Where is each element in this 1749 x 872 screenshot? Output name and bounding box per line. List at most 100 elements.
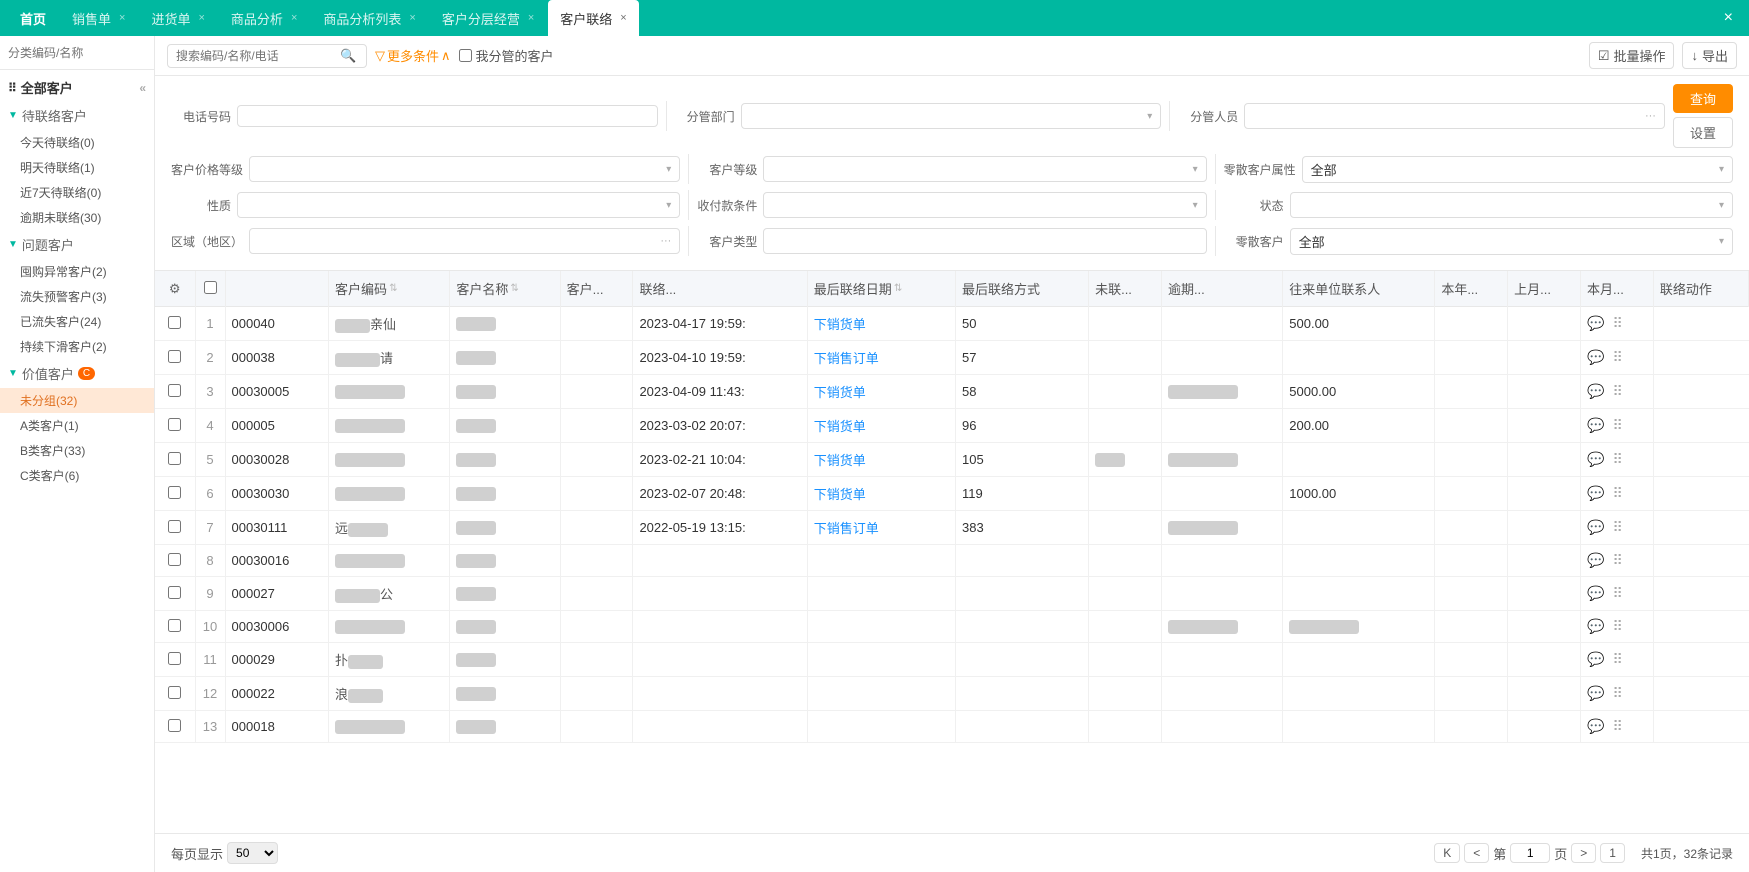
- grid-action-icon[interactable]: ⠿: [1612, 383, 1622, 400]
- customer-grade-select[interactable]: ▾: [763, 156, 1206, 182]
- dept-select[interactable]: ▾: [741, 103, 1162, 129]
- chat-icon[interactable]: 💬: [1587, 315, 1604, 332]
- grid-action-icon[interactable]: ⠿: [1612, 417, 1622, 434]
- next-page-button[interactable]: >: [1571, 843, 1596, 863]
- collapse-sidebar-icon[interactable]: «: [139, 81, 146, 95]
- chat-icon[interactable]: 💬: [1587, 552, 1604, 569]
- chat-icon[interactable]: 💬: [1587, 718, 1604, 735]
- sidebar-item-overdue-pending[interactable]: 逾期未联络(30): [0, 205, 154, 230]
- tab-customer-tier-close[interactable]: ×: [528, 12, 534, 24]
- grid-action-icon[interactable]: ⠿: [1612, 685, 1622, 702]
- sidebar-item-today-pending[interactable]: 今天待联络(0): [0, 130, 154, 155]
- problem-section-title[interactable]: ▼ 问题客户: [0, 230, 154, 259]
- grid-action-icon[interactable]: ⠿: [1612, 651, 1622, 668]
- tab-product-analysis[interactable]: 商品分析 ×: [219, 0, 309, 36]
- staff-select[interactable]: ···: [1244, 103, 1665, 129]
- chat-icon[interactable]: 💬: [1587, 417, 1604, 434]
- select-all-checkbox[interactable]: [204, 281, 217, 294]
- column-settings[interactable]: ⚙: [155, 271, 195, 307]
- my-customers-checkbox[interactable]: [459, 49, 472, 62]
- sidebar-item-churn-warning[interactable]: 流失预警客户(3): [0, 284, 154, 309]
- payment-select[interactable]: ▾: [763, 192, 1206, 218]
- page-size-select[interactable]: 50 20 100: [227, 842, 278, 864]
- chat-icon[interactable]: 💬: [1587, 585, 1604, 602]
- retail-customer-select[interactable]: 全部 ▾: [1290, 228, 1733, 255]
- price-grade-select[interactable]: ▾: [249, 156, 680, 182]
- column-last-contact-date[interactable]: 最后联络日期 ⇅: [807, 271, 955, 307]
- quality-select[interactable]: ▾: [237, 192, 680, 218]
- row-checkbox[interactable]: [168, 619, 181, 632]
- export-button[interactable]: ↓ 导出: [1682, 42, 1737, 69]
- chat-icon[interactable]: 💬: [1587, 451, 1604, 468]
- contact-method-link[interactable]: 下销货单: [814, 419, 866, 434]
- page-number-input[interactable]: [1510, 843, 1550, 863]
- row-checkbox[interactable]: [168, 486, 181, 499]
- contact-method-link[interactable]: 下销货单: [814, 317, 866, 332]
- more-filters-button[interactable]: ▽ 更多条件 ∧: [375, 46, 451, 65]
- sidebar-item-hoarding[interactable]: 囤购异常客户(2): [0, 259, 154, 284]
- sidebar-item-unassigned[interactable]: 未分组(32): [0, 388, 154, 413]
- sidebar-item-class-a[interactable]: A类客户(1): [0, 413, 154, 438]
- tab-product-analysis-list-close[interactable]: ×: [409, 12, 415, 24]
- sidebar-item-declining[interactable]: 持续下滑客户(2): [0, 334, 154, 359]
- row-checkbox[interactable]: [168, 316, 181, 329]
- contact-method-link[interactable]: 下销售订单: [814, 351, 879, 366]
- grid-action-icon[interactable]: ⠿: [1612, 485, 1622, 502]
- status-select[interactable]: ▾: [1290, 192, 1733, 218]
- contact-method-link[interactable]: 下销货单: [814, 453, 866, 468]
- all-customers-header[interactable]: ⠿ 全部客户 «: [0, 70, 154, 101]
- row-checkbox[interactable]: [168, 520, 181, 533]
- row-checkbox[interactable]: [168, 384, 181, 397]
- customer-type-select[interactable]: [763, 228, 1206, 254]
- tab-home[interactable]: 首页: [8, 0, 58, 36]
- reset-button[interactable]: 设置: [1673, 117, 1733, 148]
- prev-page-button[interactable]: <: [1464, 843, 1489, 863]
- sidebar-item-7days-pending[interactable]: 近7天待联络(0): [0, 180, 154, 205]
- row-checkbox[interactable]: [168, 686, 181, 699]
- tab-sales[interactable]: 销售单 ×: [60, 0, 137, 36]
- tab-product-analysis-list[interactable]: 商品分析列表 ×: [311, 0, 427, 36]
- chat-icon[interactable]: 💬: [1587, 685, 1604, 702]
- chat-icon[interactable]: 💬: [1587, 383, 1604, 400]
- tab-purchase-close[interactable]: ×: [198, 12, 204, 24]
- tab-customer-contact-close[interactable]: ×: [620, 12, 626, 24]
- first-page-button[interactable]: K: [1434, 843, 1460, 863]
- chat-icon[interactable]: 💬: [1587, 485, 1604, 502]
- row-checkbox[interactable]: [168, 719, 181, 732]
- grid-action-icon[interactable]: ⠿: [1612, 552, 1622, 569]
- contact-method-link[interactable]: 下销货单: [814, 385, 866, 400]
- chat-icon[interactable]: 💬: [1587, 349, 1604, 366]
- contact-method-link[interactable]: 下销售订单: [814, 521, 879, 536]
- batch-operation-button[interactable]: ☑ 批量操作: [1589, 42, 1675, 69]
- my-customers-filter[interactable]: 我分管的客户: [459, 46, 554, 65]
- row-checkbox[interactable]: [168, 452, 181, 465]
- phone-input[interactable]: [237, 105, 658, 127]
- close-all-tabs-button[interactable]: ×: [1716, 5, 1741, 31]
- row-checkbox[interactable]: [168, 350, 181, 363]
- row-checkbox[interactable]: [168, 418, 181, 431]
- grid-action-icon[interactable]: ⠿: [1612, 349, 1622, 366]
- sidebar-item-churned[interactable]: 已流失客户(24): [0, 309, 154, 334]
- row-checkbox[interactable]: [168, 652, 181, 665]
- tab-sales-close[interactable]: ×: [119, 12, 125, 24]
- grid-action-icon[interactable]: ⠿: [1612, 315, 1622, 332]
- sidebar-search-input[interactable]: [8, 46, 155, 60]
- chat-icon[interactable]: 💬: [1587, 618, 1604, 635]
- region-select[interactable]: ···: [249, 228, 680, 254]
- tab-purchase[interactable]: 进货单 ×: [139, 0, 216, 36]
- grid-action-icon[interactable]: ⠿: [1612, 718, 1622, 735]
- grid-action-icon[interactable]: ⠿: [1612, 451, 1622, 468]
- sidebar-item-tomorrow-pending[interactable]: 明天待联络(1): [0, 155, 154, 180]
- tab-customer-contact[interactable]: 客户联络 ×: [548, 0, 638, 36]
- last-page-button[interactable]: 1: [1600, 843, 1625, 863]
- grid-action-icon[interactable]: ⠿: [1612, 519, 1622, 536]
- search-input[interactable]: [176, 49, 336, 63]
- contact-method-link[interactable]: 下销货单: [814, 487, 866, 502]
- column-code[interactable]: 客户编码 ⇅: [329, 271, 450, 307]
- column-name[interactable]: 客户名称 ⇅: [450, 271, 560, 307]
- grid-action-icon[interactable]: ⠿: [1612, 585, 1622, 602]
- tab-customer-tier[interactable]: 客户分层经营 ×: [430, 0, 546, 36]
- chat-icon[interactable]: 💬: [1587, 519, 1604, 536]
- retail-attr-select[interactable]: 全部 ▾: [1302, 156, 1733, 183]
- value-section-title[interactable]: ▼ 价值客户 C: [0, 359, 154, 388]
